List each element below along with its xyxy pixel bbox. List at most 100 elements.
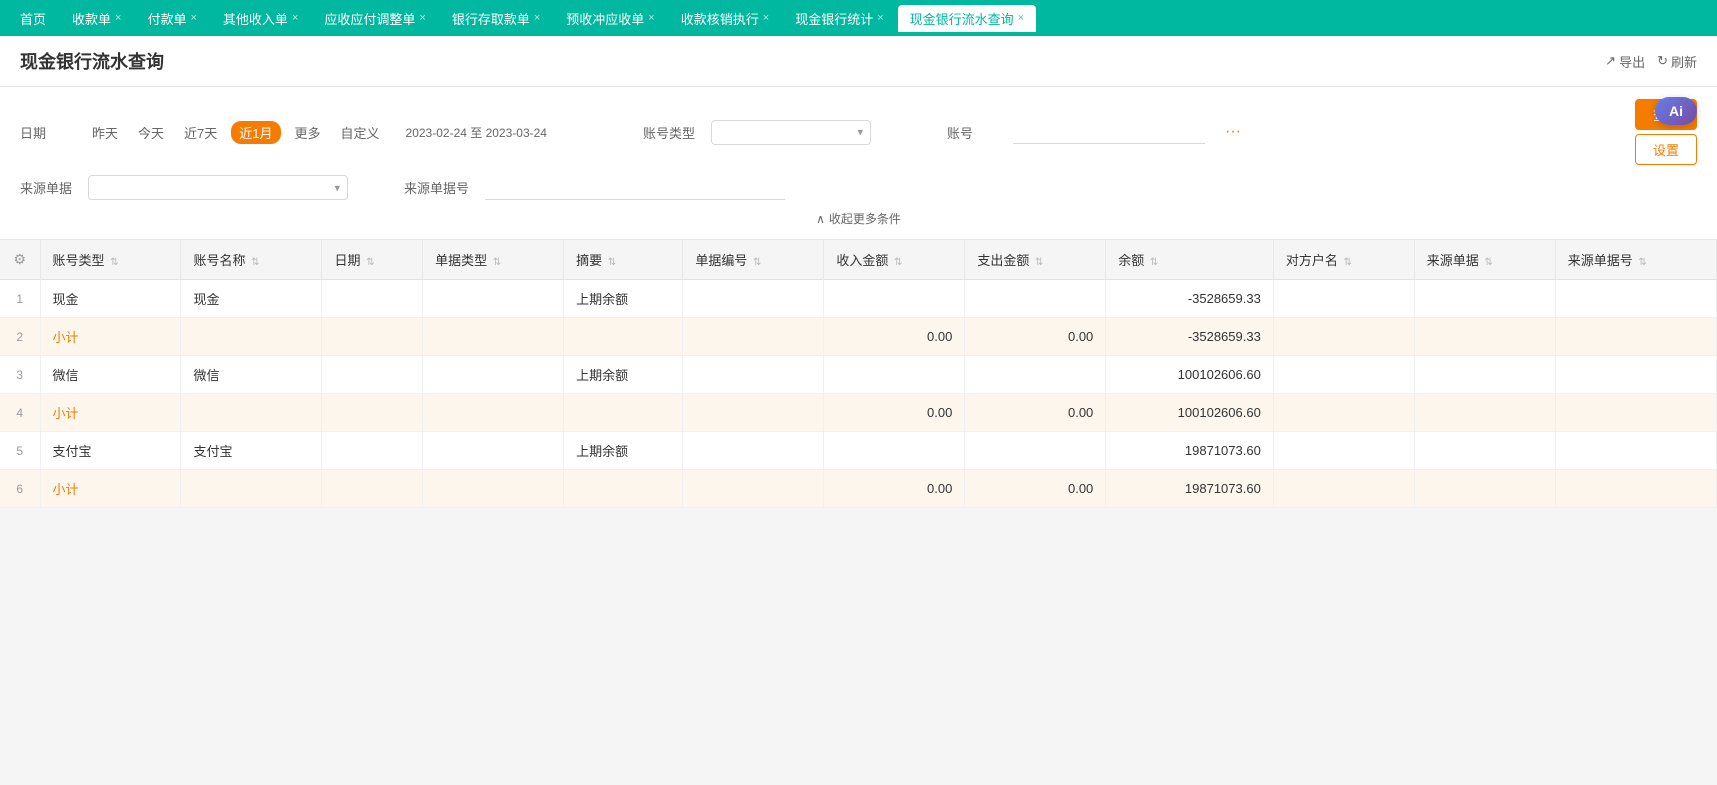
account-type-select[interactable]: 现金 微信 支付宝 bbox=[711, 120, 871, 145]
cell-account-type: 支付宝 bbox=[40, 432, 181, 470]
cell-income bbox=[824, 356, 965, 394]
close-bank-deposit-icon[interactable]: × bbox=[534, 12, 540, 24]
date-more[interactable]: 更多 bbox=[289, 121, 327, 144]
column-source-doc-no[interactable]: 来源单据号 ⇅ bbox=[1555, 240, 1716, 280]
cell-counterparty bbox=[1273, 394, 1414, 432]
nav-adjustment[interactable]: 应收应付调整单 × bbox=[312, 5, 437, 32]
date-filter-label: 日期 bbox=[20, 123, 70, 142]
date-today[interactable]: 今天 bbox=[132, 121, 170, 144]
column-account-type[interactable]: 账号类型 ⇅ bbox=[40, 240, 181, 280]
cell-expense: 0.00 bbox=[965, 318, 1106, 356]
cell-account-name bbox=[181, 318, 322, 356]
close-receipt-icon[interactable]: × bbox=[115, 12, 121, 24]
date-range-display: 2023-02-24 至 2023-03-24 bbox=[406, 124, 547, 141]
cell-date bbox=[322, 356, 423, 394]
cell-doc-type bbox=[423, 280, 564, 318]
account-label: 账号 bbox=[947, 123, 997, 142]
column-account-name[interactable]: 账号名称 ⇅ bbox=[181, 240, 322, 280]
cell-date bbox=[322, 280, 423, 318]
collapse-row: ∧ 收起更多条件 bbox=[20, 210, 1697, 227]
sort-expense-icon: ⇅ bbox=[1035, 257, 1043, 268]
ai-badge[interactable]: Ai bbox=[1655, 97, 1697, 125]
account-dots-button[interactable]: ··· bbox=[1225, 123, 1241, 141]
cell-source-doc-no bbox=[1555, 394, 1716, 432]
column-summary[interactable]: 摘要 ⇅ bbox=[564, 240, 683, 280]
close-other-income-icon[interactable]: × bbox=[292, 12, 298, 24]
sort-source-doc-icon: ⇅ bbox=[1484, 257, 1492, 268]
cell-balance: 100102606.60 bbox=[1106, 394, 1274, 432]
close-payment-icon[interactable]: × bbox=[190, 12, 196, 24]
nav-bank-deposit[interactable]: 银行存取款单 × bbox=[440, 5, 552, 32]
column-date[interactable]: 日期 ⇅ bbox=[322, 240, 423, 280]
cell-source-doc bbox=[1414, 432, 1555, 470]
column-expense[interactable]: 支出金额 ⇅ bbox=[965, 240, 1106, 280]
source-doc-select[interactable]: 收款单 付款单 bbox=[88, 175, 348, 200]
sort-source-doc-no-icon: ⇅ bbox=[1638, 257, 1646, 268]
close-prepayment-icon[interactable]: × bbox=[648, 12, 654, 24]
cell-source-doc-no bbox=[1555, 432, 1716, 470]
close-bank-flow-icon[interactable]: × bbox=[1018, 12, 1024, 24]
column-counterparty[interactable]: 对方户名 ⇅ bbox=[1273, 240, 1414, 280]
column-source-doc[interactable]: 来源单据 ⇅ bbox=[1414, 240, 1555, 280]
cell-expense bbox=[965, 432, 1106, 470]
account-input[interactable] bbox=[1013, 120, 1205, 144]
nav-prepayment[interactable]: 预收冲应收单 × bbox=[554, 5, 666, 32]
nav-other-income[interactable]: 其他收入单 × bbox=[211, 5, 310, 32]
cell-income: 0.00 bbox=[824, 470, 965, 508]
nav-collection[interactable]: 收款核销执行 × bbox=[669, 5, 781, 32]
date-custom[interactable]: 自定义 bbox=[335, 121, 386, 144]
cell-doc-type bbox=[423, 356, 564, 394]
gear-icon[interactable]: ⚙ bbox=[13, 251, 26, 267]
cell-source-doc-no bbox=[1555, 356, 1716, 394]
cell-income bbox=[824, 280, 965, 318]
export-icon: ↗ bbox=[1605, 53, 1616, 69]
cell-doc-no bbox=[683, 318, 824, 356]
cell-source-doc-no bbox=[1555, 470, 1716, 508]
cell-counterparty bbox=[1273, 280, 1414, 318]
cell-doc-type bbox=[423, 432, 564, 470]
cell-index: 5 bbox=[0, 432, 40, 470]
cell-balance: -3528659.33 bbox=[1106, 280, 1274, 318]
nav-payment[interactable]: 付款单 × bbox=[135, 5, 208, 32]
collapse-button[interactable]: ∧ 收起更多条件 bbox=[816, 210, 901, 227]
cell-index: 2 bbox=[0, 318, 40, 356]
table-row: 6 小计 0.00 0.00 19871073.60 bbox=[0, 470, 1717, 508]
date-yesterday[interactable]: 昨天 bbox=[86, 121, 124, 144]
nav-receipt[interactable]: 收款单 × bbox=[60, 5, 133, 32]
cell-doc-type bbox=[423, 318, 564, 356]
nav-bank-flow[interactable]: 现金银行流水查询 × bbox=[898, 5, 1036, 32]
cell-index: 3 bbox=[0, 356, 40, 394]
column-balance[interactable]: 余额 ⇅ bbox=[1106, 240, 1274, 280]
cell-counterparty bbox=[1273, 318, 1414, 356]
cell-counterparty bbox=[1273, 432, 1414, 470]
cell-date bbox=[322, 470, 423, 508]
cell-source-doc bbox=[1414, 280, 1555, 318]
export-button[interactable]: ↗ 导出 bbox=[1605, 52, 1645, 71]
date-7days[interactable]: 近7天 bbox=[178, 121, 223, 144]
close-bank-stats-icon[interactable]: × bbox=[877, 12, 883, 24]
cell-account-type: 小计 bbox=[40, 470, 181, 508]
data-table: ⚙ 账号类型 ⇅ 账号名称 ⇅ 日期 ⇅ 单据类型 ⇅ 摘要 ⇅ bbox=[0, 240, 1717, 508]
column-income[interactable]: 收入金额 ⇅ bbox=[824, 240, 965, 280]
date-1month[interactable]: 近1月 bbox=[231, 121, 280, 144]
close-collection-icon[interactable]: × bbox=[763, 12, 769, 24]
close-adjustment-icon[interactable]: × bbox=[419, 12, 425, 24]
column-doc-no[interactable]: 单据编号 ⇅ bbox=[683, 240, 824, 280]
cell-date bbox=[322, 394, 423, 432]
nav-bank-stats[interactable]: 现金银行统计 × bbox=[783, 5, 895, 32]
page-title: 现金银行流水查询 bbox=[20, 48, 164, 74]
refresh-button[interactable]: ↻ 刷新 bbox=[1657, 52, 1697, 71]
table-row: 2 小计 0.00 0.00 -3528659.33 bbox=[0, 318, 1717, 356]
settings-button[interactable]: 设置 bbox=[1635, 134, 1697, 165]
cell-index: 1 bbox=[0, 280, 40, 318]
cell-expense bbox=[965, 280, 1106, 318]
cell-account-type: 现金 bbox=[40, 280, 181, 318]
table-row: 4 小计 0.00 0.00 100102606.60 bbox=[0, 394, 1717, 432]
cell-income bbox=[824, 432, 965, 470]
column-gear[interactable]: ⚙ bbox=[0, 240, 40, 280]
source-doc-num-input[interactable] bbox=[485, 176, 785, 200]
column-doc-type[interactable]: 单据类型 ⇅ bbox=[423, 240, 564, 280]
filter-row-source: 来源单据 收款单 付款单 来源单据号 bbox=[20, 175, 1697, 200]
nav-home[interactable]: 首页 bbox=[8, 5, 58, 32]
cell-balance: 100102606.60 bbox=[1106, 356, 1274, 394]
